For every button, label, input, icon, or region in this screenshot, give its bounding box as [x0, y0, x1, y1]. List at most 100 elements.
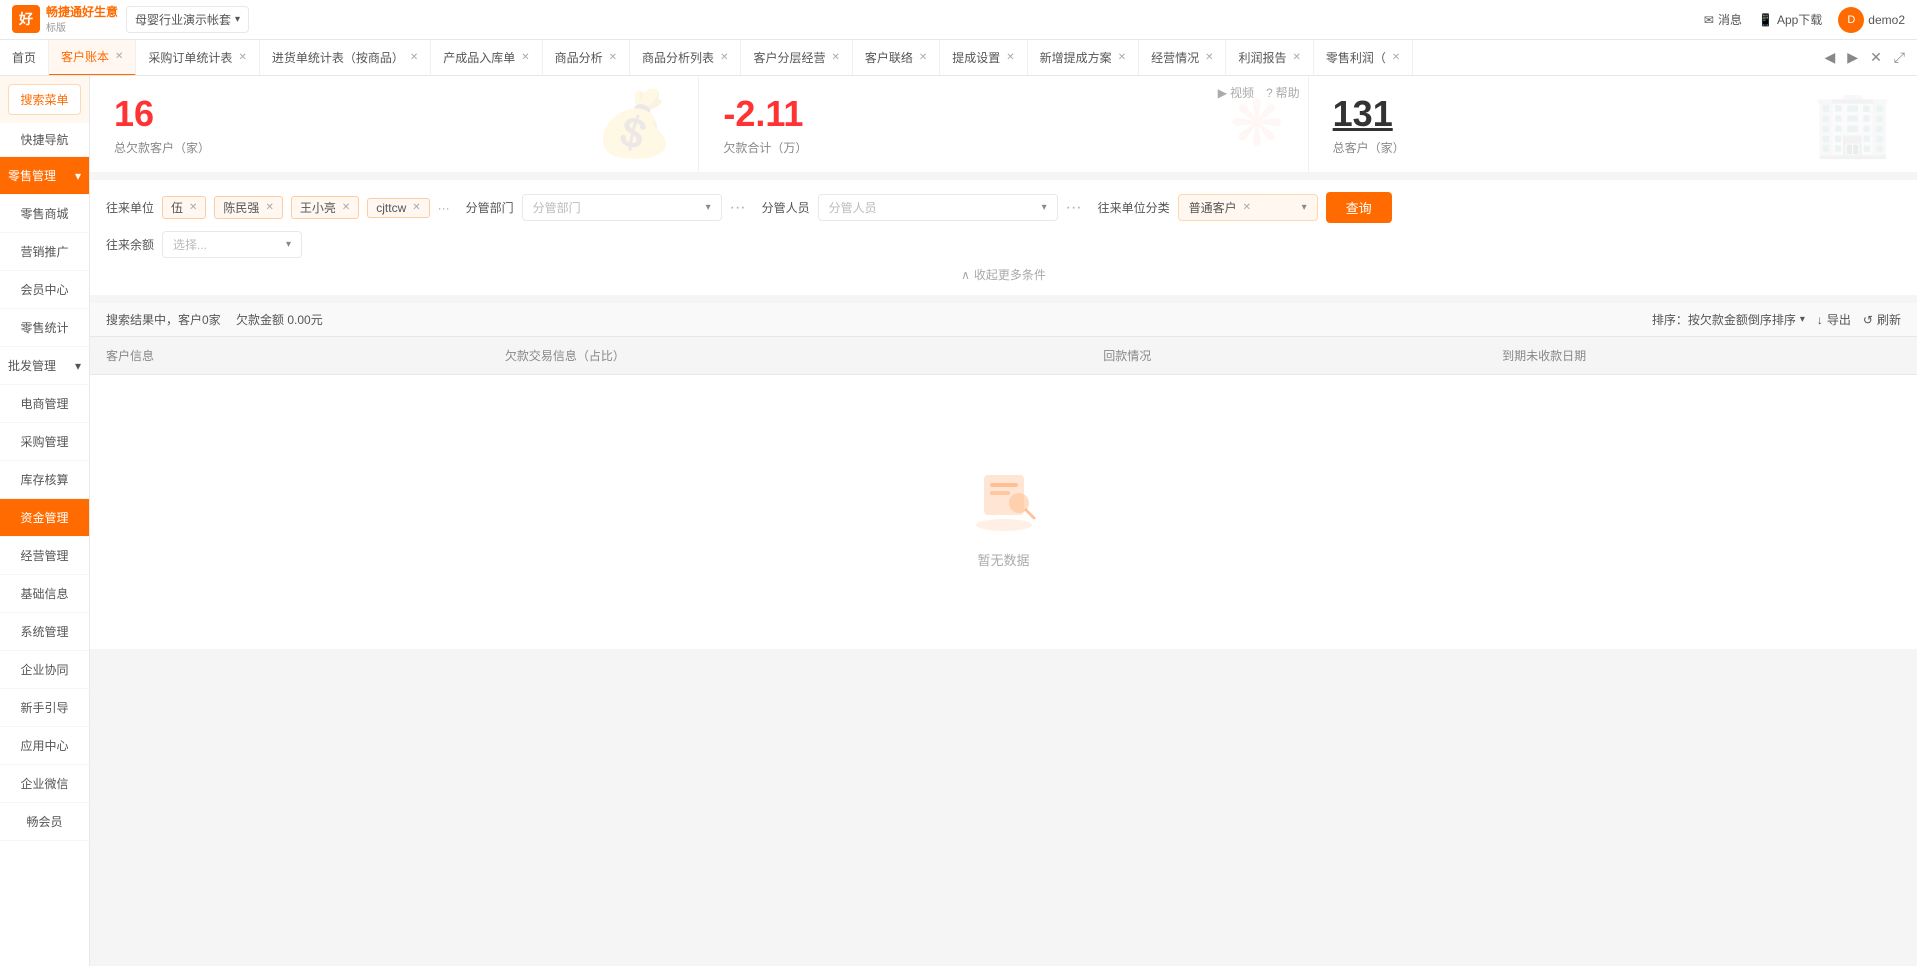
sidebar-label-inventory: 库存核算 [20, 471, 68, 488]
filter-tag-cjttcw: cjttcw ✕ [367, 198, 429, 218]
user-area[interactable]: D demo2 [1838, 7, 1905, 33]
sidebar-item-marketing[interactable]: 营销推广 [0, 233, 89, 271]
chevron-down-icon: ▾ [706, 202, 711, 213]
remove-tag-normal-customer[interactable]: ✕ [1243, 202, 1251, 213]
logo-title: 畅捷通好生意 [46, 5, 118, 19]
stat-number-credit-customers: 16 [114, 92, 154, 135]
tab-retail-profit[interactable]: 零售利润（ ✕ [1314, 40, 1413, 76]
tab-product-analysis-list-label: 商品分析列表 [642, 49, 714, 66]
close-icon[interactable]: ✕ [609, 52, 617, 63]
sidebar-label-app-center: 应用中心 [20, 737, 68, 754]
close-icon[interactable]: ✕ [1006, 52, 1014, 63]
tab-production-label: 产成品入库单 [443, 49, 515, 66]
remove-tag-wu[interactable]: ✕ [189, 202, 197, 213]
sidebar-item-newcomer[interactable]: 新手引导 [0, 689, 89, 727]
tab-product-analysis[interactable]: 商品分析 ✕ [543, 40, 630, 76]
tab-ops-label: 经营情况 [1151, 49, 1199, 66]
stat-label-credit-amount: 欠款合计（万） [723, 139, 807, 156]
close-icon[interactable]: ✕ [115, 51, 123, 62]
tab-purchase-stat[interactable]: 进货单统计表（按商品） ✕ [260, 40, 431, 76]
message-icon: ✉ [1704, 13, 1714, 27]
sidebar-item-ops-mgmt[interactable]: 经营管理 [0, 537, 89, 575]
close-icon[interactable]: ✕ [720, 52, 728, 63]
tab-ops[interactable]: 经营情况 ✕ [1139, 40, 1226, 76]
tab-customer-tier[interactable]: 客户分层经营 ✕ [741, 40, 852, 76]
chevron-down-icon: ▾ [286, 239, 291, 250]
tab-close-all-icon[interactable]: ✕ [1866, 47, 1886, 68]
tab-prev-icon[interactable]: ◀ [1821, 47, 1840, 68]
sidebar-item-retail-store[interactable]: 零售商城 [0, 195, 89, 233]
sidebar-label-marketing: 营销推广 [20, 243, 68, 260]
sidebar-label-retail-stats: 零售统计 [20, 319, 68, 336]
tab-purchase-order[interactable]: 采购订单统计表 ✕ [136, 40, 259, 76]
sidebar-item-retail-stats[interactable]: 零售统计 [0, 309, 89, 347]
tab-expand-icon[interactable]: ⤢ [1890, 47, 1909, 68]
sidebar-item-retail-mgmt[interactable]: 零售管理 ▾ [0, 157, 89, 195]
filter-dept-placeholder: 分管部门 [533, 199, 581, 216]
sidebar-item-quick-nav[interactable]: 快捷导航 [0, 123, 89, 157]
filter-remainder-select[interactable]: 选择... ▾ [162, 231, 302, 258]
sidebar-item-app-center[interactable]: 应用中心 [0, 727, 89, 765]
empty-illustration [964, 455, 1044, 535]
close-icon[interactable]: ✕ [831, 52, 839, 63]
tab-product-analysis-list[interactable]: 商品分析列表 ✕ [630, 40, 741, 76]
sidebar-item-ecommerce[interactable]: 电商管理 [0, 385, 89, 423]
close-icon[interactable]: ✕ [1205, 52, 1213, 63]
tab-production[interactable]: 产成品入库单 ✕ [431, 40, 542, 76]
tab-home[interactable]: 首页 [0, 40, 49, 76]
filter-remainder-placeholder: 选择... [173, 236, 207, 253]
sidebar-item-finance[interactable]: 资金管理 [0, 499, 89, 537]
close-icon[interactable]: ✕ [1293, 52, 1301, 63]
sidebar-item-member-center[interactable]: 会员中心 [0, 271, 89, 309]
sidebar-item-member[interactable]: 畅会员 [0, 803, 89, 841]
close-icon[interactable]: ✕ [410, 52, 418, 63]
app-download-button[interactable]: 📱 App下载 [1758, 11, 1822, 28]
refresh-button[interactable]: ↺ 刷新 [1863, 311, 1901, 328]
search-menu-button[interactable]: 搜索菜单 [8, 84, 81, 115]
sidebar-item-enterprise[interactable]: 企业协同 [0, 651, 89, 689]
close-icon[interactable]: ✕ [919, 52, 927, 63]
message-button[interactable]: ✉ 消息 [1704, 11, 1742, 28]
export-icon: ↓ [1817, 313, 1823, 327]
sidebar-item-system[interactable]: 系统管理 [0, 613, 89, 651]
sidebar-item-inventory[interactable]: 库存核算 [0, 461, 89, 499]
stat-card-credit-customers: 💰 16 总欠款客户（家） [90, 76, 699, 172]
close-icon[interactable]: ✕ [238, 52, 246, 63]
top-bar-right: ✉ 消息 📱 App下载 D demo2 [1704, 7, 1905, 33]
close-icon[interactable]: ✕ [1118, 52, 1126, 63]
tab-new-method[interactable]: 新增提成方案 ✕ [1028, 40, 1139, 76]
tab-settings[interactable]: 提成设置 ✕ [940, 40, 1027, 76]
sort-select[interactable]: 排序：按欠款金额倒序排序 ▾ [1652, 311, 1805, 328]
sidebar-item-purchase[interactable]: 采购管理 [0, 423, 89, 461]
sidebar-item-batch-mgmt[interactable]: 批发管理 ▾ [0, 347, 89, 385]
remove-tag-wang[interactable]: ✕ [342, 202, 350, 213]
sidebar-item-basic-info[interactable]: 基础信息 [0, 575, 89, 613]
collapse-button[interactable]: ∧ 收起更多条件 [961, 266, 1046, 283]
refresh-label: 刷新 [1877, 311, 1901, 328]
close-icon[interactable]: ✕ [521, 52, 529, 63]
close-icon[interactable]: ✕ [1392, 52, 1400, 63]
tab-next-icon[interactable]: ▶ [1843, 47, 1862, 68]
sidebar-label-newcomer: 新手引导 [20, 699, 68, 716]
export-button[interactable]: ↓ 导出 [1817, 311, 1851, 328]
filter-tag-chen: 陈民强 ✕ [214, 196, 282, 219]
video-button[interactable]: ▶ 视频 [1218, 84, 1254, 101]
tab-accounts[interactable]: 客户账本 ✕ [49, 40, 136, 76]
remove-tag-cjttcw[interactable]: ✕ [412, 202, 420, 213]
tab-purchase-stat-label: 进货单统计表（按商品） [272, 49, 404, 66]
tab-customer-connect[interactable]: 客户联络 ✕ [853, 40, 940, 76]
filter-person-more[interactable]: ··· [1066, 199, 1082, 217]
tab-profit-report[interactable]: 利润报告 ✕ [1226, 40, 1313, 76]
help-button[interactable]: ? 帮助 [1266, 84, 1300, 101]
sidebar-item-wechat[interactable]: 企业微信 [0, 765, 89, 803]
stat-label-total-customers: 总客户（家） [1333, 139, 1405, 156]
remove-tag-chen[interactable]: ✕ [265, 202, 273, 213]
filter-person-select[interactable]: 分管人员 ▾ [818, 194, 1058, 221]
more-tags-button[interactable]: ··· [438, 201, 450, 215]
filter-unit-class-select[interactable]: 普通客户 ✕ ▾ [1178, 194, 1318, 221]
query-button[interactable]: 查询 [1326, 192, 1392, 223]
filter-dept-select[interactable]: 分管部门 ▾ [522, 194, 722, 221]
company-selector[interactable]: 母婴行业演示帐套 ▾ [126, 6, 249, 33]
filter-dept-more[interactable]: ··· [730, 199, 746, 217]
tab-profit-report-label: 利润报告 [1238, 49, 1286, 66]
